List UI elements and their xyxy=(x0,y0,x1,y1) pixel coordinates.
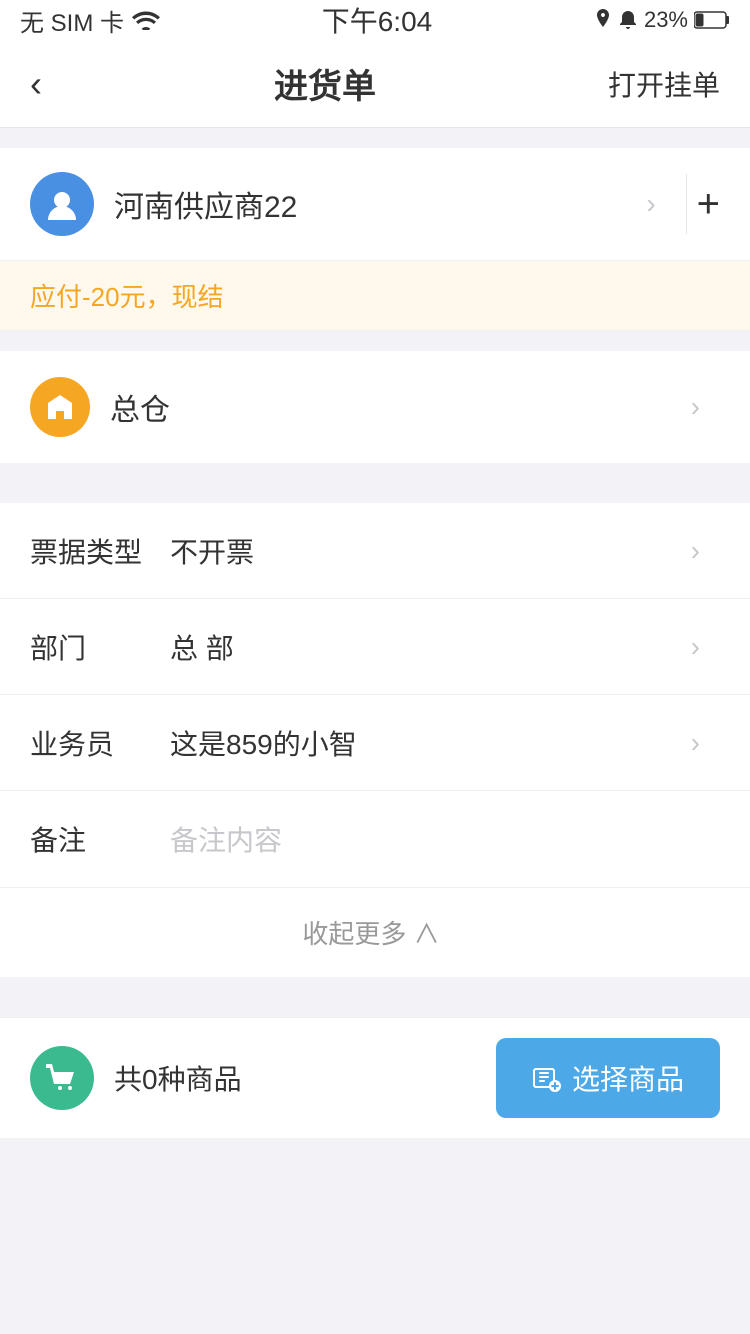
supplier-avatar xyxy=(30,172,94,236)
wifi-icon xyxy=(132,10,160,30)
warehouse-icon-wrap xyxy=(30,377,90,437)
battery-percent: 23% xyxy=(644,7,688,33)
notice-bar: 应付-20元，现结 xyxy=(0,261,750,331)
page-title: 进货单 xyxy=(274,59,376,108)
status-time: 下午6:04 xyxy=(322,0,433,40)
warehouse-row[interactable]: 总仓 › xyxy=(0,351,750,463)
remark-input[interactable]: 备注内容 xyxy=(150,819,720,859)
person-icon xyxy=(44,186,80,222)
status-bar: 无 SIM 卡 下午6:04 23% xyxy=(0,0,750,40)
bottom-bar: 共0种商品 选择商品 xyxy=(0,1017,750,1138)
supplier-row[interactable]: 河南供应商22 › + xyxy=(0,148,750,261)
salesperson-row[interactable]: 业务员 这是859的小智 › xyxy=(0,695,750,791)
open-pending-button[interactable]: 打开挂单 xyxy=(608,64,720,104)
gap-4 xyxy=(0,977,750,997)
warehouse-icon xyxy=(44,391,76,423)
signal-text: 无 SIM 卡 xyxy=(20,3,124,38)
back-button[interactable]: ‹ xyxy=(30,63,42,105)
product-count-icon-wrap xyxy=(30,1046,94,1110)
department-label: 部门 xyxy=(30,627,150,667)
warehouse-label: 总仓 xyxy=(110,385,691,429)
product-count-text: 共0种商品 xyxy=(114,1058,496,1098)
supplier-name: 河南供应商22 xyxy=(114,182,646,226)
alarm-icon xyxy=(618,9,638,31)
supplier-chevron-icon: › xyxy=(646,188,655,220)
invoice-type-row[interactable]: 票据类型 不开票 › xyxy=(0,503,750,599)
select-product-label: 选择商品 xyxy=(572,1058,684,1098)
gap-2 xyxy=(0,331,750,351)
salesperson-value: 这是859的小智 xyxy=(150,723,691,763)
department-row[interactable]: 部门 总 部 › xyxy=(0,599,750,695)
select-product-button[interactable]: 选择商品 xyxy=(496,1038,720,1118)
remark-label: 备注 xyxy=(30,819,150,859)
salesperson-label: 业务员 xyxy=(30,723,150,763)
select-product-icon xyxy=(532,1063,562,1093)
warehouse-chevron-icon: › xyxy=(691,391,700,423)
remark-row[interactable]: 备注 备注内容 xyxy=(0,791,750,887)
nav-bar: ‹ 进货单 打开挂单 xyxy=(0,40,750,128)
battery-icon xyxy=(694,10,730,30)
add-supplier-button[interactable]: + xyxy=(697,182,720,227)
supplier-section: 河南供应商22 › + 应付-20元，现结 xyxy=(0,148,750,331)
invoice-type-chevron-icon: › xyxy=(691,535,700,567)
status-right: 23% xyxy=(594,7,730,33)
form-section: 票据类型 不开票 › 部门 总 部 › 业务员 这是859的小智 › 备注 备注… xyxy=(0,503,750,887)
invoice-type-value: 不开票 xyxy=(150,531,691,571)
status-left: 无 SIM 卡 xyxy=(20,3,160,38)
warehouse-section: 总仓 › xyxy=(0,351,750,463)
department-value: 总 部 xyxy=(150,627,691,667)
salesperson-chevron-icon: › xyxy=(691,727,700,759)
gap-1 xyxy=(0,128,750,148)
collapse-row[interactable]: 收起更多 ∧ xyxy=(0,887,750,977)
divider xyxy=(686,174,687,234)
notice-text: 应付-20元，现结 xyxy=(30,282,224,312)
department-chevron-icon: › xyxy=(691,631,700,663)
invoice-type-label: 票据类型 xyxy=(30,531,150,571)
gap-3 xyxy=(0,463,750,483)
cart-icon xyxy=(44,1060,80,1096)
collapse-text: 收起更多 ∧ xyxy=(302,914,439,951)
location-icon xyxy=(594,9,612,31)
